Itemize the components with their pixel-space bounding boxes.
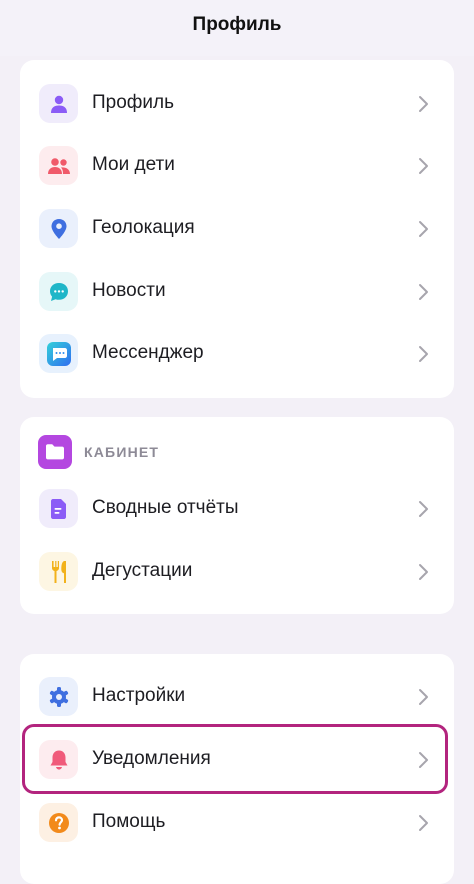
bell-icon xyxy=(50,750,67,770)
menu-item-label: Уведомления xyxy=(92,748,211,769)
geolocation-icon-box xyxy=(39,209,78,248)
menu-item-label: Мои дети xyxy=(92,154,175,175)
chevron-right-icon xyxy=(419,96,428,112)
chat-bubble-icon xyxy=(49,282,68,301)
profile-menu-card: Профиль Мои дети Геолокация Новости Месс… xyxy=(20,60,454,398)
notifications-icon-box xyxy=(39,740,78,779)
chevron-right-icon xyxy=(419,501,428,517)
menu-item-messenger[interactable]: Мессенджер xyxy=(20,323,454,385)
chevron-right-icon xyxy=(419,564,428,580)
settings-menu-card: Настройки Уведомления Помощь xyxy=(20,654,454,884)
menu-item-label: Профиль xyxy=(92,92,175,113)
chevron-right-icon xyxy=(419,815,428,831)
fork-knife-icon xyxy=(51,560,66,583)
menu-item-profile[interactable]: Профиль xyxy=(20,73,454,135)
chevron-right-icon xyxy=(419,158,428,174)
chevron-right-icon xyxy=(419,221,428,237)
chevron-right-icon xyxy=(419,689,428,705)
location-pin-icon xyxy=(51,218,66,239)
menu-item-label: Помощь xyxy=(92,811,166,832)
menu-item-summary-reports[interactable]: Сводные отчёты xyxy=(20,478,454,540)
menu-item-my-children[interactable]: Мои дети xyxy=(20,135,454,197)
children-icon-box xyxy=(39,146,78,185)
reports-icon-box xyxy=(39,489,78,528)
chevron-right-icon xyxy=(419,284,428,300)
settings-icon-box xyxy=(39,677,78,716)
section-title: КАБИНЕТ xyxy=(84,444,160,460)
gear-icon xyxy=(49,686,68,707)
cabinet-section-header: КАБИНЕТ xyxy=(20,417,454,473)
page-title: Профиль xyxy=(192,14,282,35)
document-icon xyxy=(50,498,66,519)
messenger-icon-box xyxy=(39,334,78,373)
chevron-right-icon xyxy=(419,346,428,362)
menu-item-settings[interactable]: Настройки xyxy=(20,666,454,728)
profile-icon-box xyxy=(39,84,78,123)
menu-item-tastings[interactable]: Дегустации xyxy=(20,541,454,603)
menu-item-notifications[interactable]: Уведомления xyxy=(20,729,454,791)
tastings-icon-box xyxy=(39,552,78,591)
chevron-right-icon xyxy=(419,752,428,768)
news-icon-box xyxy=(39,272,78,311)
menu-item-label: Настройки xyxy=(92,685,186,706)
menu-item-label: Сводные отчёты xyxy=(92,497,239,518)
menu-item-label: Дегустации xyxy=(92,560,193,581)
menu-item-geolocation[interactable]: Геолокация xyxy=(20,198,454,260)
people-icon xyxy=(47,157,70,174)
menu-item-label: Геолокация xyxy=(92,217,195,238)
help-icon-box xyxy=(39,803,78,842)
top-bar: Профиль xyxy=(0,0,474,56)
menu-item-news[interactable]: Новости xyxy=(20,261,454,323)
menu-item-label: Мессенджер xyxy=(92,342,204,363)
menu-item-help[interactable]: Помощь xyxy=(20,792,454,854)
help-icon xyxy=(48,812,69,833)
folder-icon xyxy=(38,435,72,469)
menu-item-label: Новости xyxy=(92,280,166,301)
person-icon xyxy=(50,95,67,113)
messenger-icon xyxy=(46,341,71,366)
cabinet-menu-card: КАБИНЕТ Сводные отчёты Дегустации xyxy=(20,417,454,614)
